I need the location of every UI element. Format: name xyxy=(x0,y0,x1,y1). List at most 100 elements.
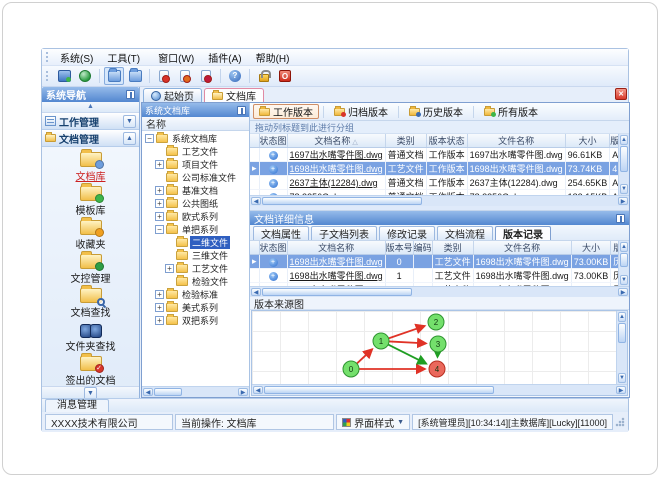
table-row[interactable]: +1697出水嘴零件图.dwg 普通文档 工作版本 1697出水嘴零件图.dwg 96.… xyxy=(250,147,618,162)
documents-horizontal-scrollbar[interactable]: ◀ ▶ xyxy=(250,195,629,206)
sidebar-item-文件夹查找[interactable]: 文件夹查找 xyxy=(66,322,116,353)
chevron-down-icon[interactable]: ▼ xyxy=(123,114,136,128)
column-header-文件名称[interactable]: 文件名称 xyxy=(473,241,572,255)
column-header-状态图[interactable]: 状态图 xyxy=(259,134,288,148)
menu-item-4[interactable]: 插件(A) xyxy=(201,53,248,66)
toolbar-button-monitor[interactable] xyxy=(54,67,74,85)
pin-icon[interactable] xyxy=(126,90,135,99)
pin-icon[interactable] xyxy=(616,213,625,223)
expand-icon[interactable]: + xyxy=(155,290,164,299)
toolbar-button-exit[interactable]: O xyxy=(275,67,295,85)
expand-icon[interactable]: + xyxy=(165,264,174,273)
tab-子文档列表[interactable]: 子文档列表 xyxy=(311,226,377,241)
tree-node-美式系列[interactable]: + 美式系列 xyxy=(142,301,249,314)
table-row[interactable]: +1698出水嘴零件图.dwg 1 工艺文件 1698出水嘴零件图.dwg 73.00K… xyxy=(250,268,618,283)
tree-node-工艺文件[interactable]: + 工艺文件 xyxy=(142,262,249,275)
column-header-版本状态[interactable]: 版本状态 xyxy=(610,241,618,255)
scroll-up-icon[interactable]: ▲ xyxy=(620,135,628,145)
versions-horizontal-scrollbar[interactable]: ◀ ▶ xyxy=(250,286,629,297)
scroll-left-icon[interactable]: ◀ xyxy=(143,388,153,396)
menu-item-1[interactable]: 系统(S) xyxy=(53,53,100,66)
column-header-大小[interactable]: 大小 xyxy=(571,241,612,255)
table-row[interactable]: +2637主体(12284).dwg 普通文档 工作版本 2637主体(12284).… xyxy=(250,175,618,190)
close-icon[interactable]: ✕ xyxy=(615,88,627,100)
sidebar-more-button[interactable]: ▼ xyxy=(42,386,139,400)
tree-horizontal-scrollbar[interactable]: ◀ ▶ xyxy=(142,386,249,397)
tree-node-双把系列[interactable]: + 双把系列 xyxy=(142,314,249,327)
collapse-icon[interactable]: − xyxy=(145,134,154,143)
toolbar-button-lock[interactable] xyxy=(254,67,274,85)
tree-node-三维文件[interactable]: 三维文件 xyxy=(142,249,249,262)
expand-icon[interactable]: + xyxy=(155,160,164,169)
tree-node-公共图纸[interactable]: + 公共图纸 xyxy=(142,197,249,210)
version-graph-canvas[interactable]: 0 1 2 3 4 xyxy=(252,311,616,384)
column-header-类别[interactable]: 类别 xyxy=(432,241,474,255)
versions-vertical-scrollbar[interactable]: ▲ ▼ xyxy=(618,241,629,286)
table-row[interactable]: ▸ +1698出水嘴零件图.dwg 0 工艺文件 1698出水嘴零件图.dwg 73.00… xyxy=(250,254,618,269)
expand-icon[interactable]: + xyxy=(155,316,164,325)
scrollbar-thumb[interactable] xyxy=(154,388,182,396)
tree-node-检验标准[interactable]: + 检验标准 xyxy=(142,288,249,301)
sidebar-item-文档库[interactable]: 文档库 xyxy=(76,149,106,183)
column-header-版本状态[interactable]: 版本状态 xyxy=(426,134,468,148)
toolbar-button-checkout-doc[interactable] xyxy=(154,67,174,85)
scrollbar-thumb[interactable] xyxy=(262,197,422,205)
toolbar-button-cancel-doc[interactable] xyxy=(196,67,216,85)
scrollbar-thumb[interactable] xyxy=(264,386,494,394)
menu-item-3[interactable]: 窗口(W) xyxy=(151,53,201,66)
documents-vertical-scrollbar[interactable]: ▲ ▼ xyxy=(618,134,629,195)
scroll-down-icon[interactable]: ▼ xyxy=(620,275,628,285)
scrollbar-thumb[interactable] xyxy=(618,323,626,343)
scrollbar-thumb[interactable] xyxy=(620,146,628,172)
toolbar-button-checkin-doc[interactable] xyxy=(175,67,195,85)
drag-handle[interactable] xyxy=(46,71,49,81)
scroll-right-icon[interactable]: ▶ xyxy=(616,386,626,394)
column-header-大小[interactable]: 大小 xyxy=(565,134,611,148)
toolbar-button-open-folder[interactable] xyxy=(104,67,124,85)
resize-grip[interactable] xyxy=(615,417,625,427)
tree-node-项目文件[interactable]: + 项目文件 xyxy=(142,158,249,171)
sidebar-collapse-button[interactable]: ▲ xyxy=(42,102,139,113)
sidebar-item-文档查找[interactable]: 文档查找 xyxy=(71,285,111,319)
tree-node-系统文档库[interactable]: − 系统文档库 xyxy=(142,132,249,145)
drag-handle[interactable] xyxy=(46,52,49,62)
column-header-文档名称[interactable]: 文档名称 △ xyxy=(287,134,386,148)
sidebar-item-签出的文档[interactable]: ✓ 签出的文档 xyxy=(66,353,116,386)
tab-message-management[interactable]: 消息管理 xyxy=(45,399,109,412)
ui-style-selector[interactable]: 界面样式 ▼ xyxy=(336,414,411,430)
button-所有版本[interactable]: 所有版本 xyxy=(478,104,544,119)
expand-icon[interactable]: + xyxy=(155,199,164,208)
pin-icon[interactable] xyxy=(237,105,246,115)
column-header-状态图[interactable]: 状态图 xyxy=(259,241,288,255)
tree-node-检验文件[interactable]: 检验文件 xyxy=(142,275,249,288)
tree-node-基准文档[interactable]: + 基准文档 xyxy=(142,184,249,197)
graph-horizontal-scrollbar[interactable]: ◀ ▶ xyxy=(252,384,627,395)
sidebar-item-收藏夹[interactable]: 收藏夹 xyxy=(76,217,106,251)
scroll-down-icon[interactable]: ▼ xyxy=(620,184,628,194)
scroll-right-icon[interactable]: ▶ xyxy=(238,388,248,396)
column-header-文件名称[interactable]: 文件名称 xyxy=(467,134,566,148)
tab-修改记录[interactable]: 修改记录 xyxy=(379,226,435,241)
chevron-up-icon[interactable]: ▲ xyxy=(123,131,136,145)
scroll-up-icon[interactable]: ▲ xyxy=(618,312,626,322)
tree-column-header[interactable]: 名称 xyxy=(142,117,249,131)
tab-文档属性[interactable]: 文档属性 xyxy=(253,226,309,241)
tree-node-工艺文件[interactable]: 工艺文件 xyxy=(142,145,249,158)
toolbar-button-globe[interactable] xyxy=(75,67,95,85)
sidebar-group-工作管理[interactable]: 工作管理 ▼ xyxy=(42,113,139,130)
expand-icon[interactable]: + xyxy=(155,212,164,221)
sidebar-group-文档管理[interactable]: 文档管理 ▲ xyxy=(42,130,139,147)
button-归档版本[interactable]: 归档版本 xyxy=(328,104,394,119)
table-row[interactable]: +1698出水嘴零件图.dwg2工艺文件1698出水嘴零件图.dwg73.00K… xyxy=(250,282,618,286)
expand-icon[interactable]: + xyxy=(155,303,164,312)
tree-node-单把系列[interactable]: − 单把系列 xyxy=(142,223,249,236)
scroll-left-icon[interactable]: ◀ xyxy=(253,386,263,394)
tree-node-二维文件[interactable]: 二维文件 xyxy=(142,236,249,249)
column-header-版本号[interactable]: 版本号 xyxy=(385,241,414,255)
expand-icon[interactable]: + xyxy=(155,186,164,195)
sidebar-item-文控管理[interactable]: 文控管理 xyxy=(71,251,111,285)
scrollbar-thumb[interactable] xyxy=(262,288,412,296)
scroll-left-icon[interactable]: ◀ xyxy=(251,197,261,205)
scroll-down-icon[interactable]: ▼ xyxy=(618,373,626,383)
table-row[interactable]: ▸ +1698出水嘴零件图.dwg 工艺文件 工作版本 1698出水嘴零件图.dwg 73… xyxy=(250,161,618,176)
